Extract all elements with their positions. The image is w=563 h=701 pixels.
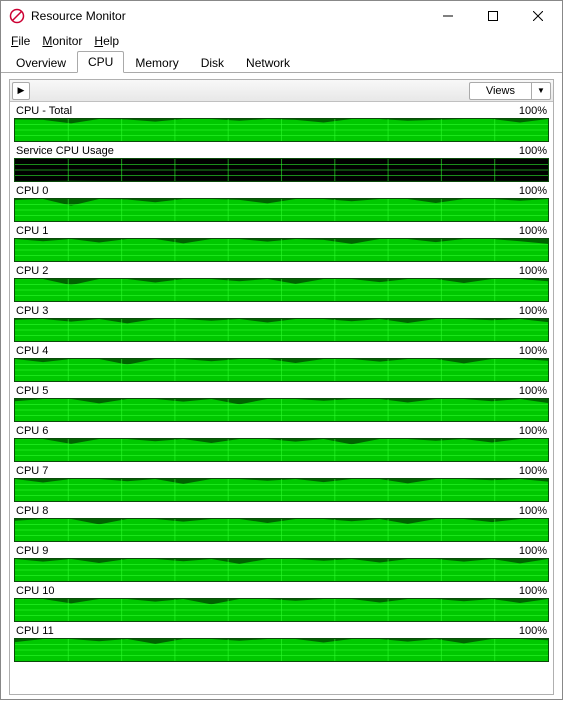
graph-row: CPU 5 100%: [14, 384, 549, 422]
graph-header: CPU 3 100%: [14, 304, 549, 318]
graph-chart: [14, 118, 549, 142]
tab-disk[interactable]: Disk: [190, 52, 235, 73]
graph-label: CPU 4: [16, 345, 48, 357]
menu-file[interactable]: File: [5, 32, 36, 50]
graph-chart: [14, 438, 549, 462]
minimize-button[interactable]: [425, 2, 470, 30]
graph-row: CPU 3 100%: [14, 304, 549, 342]
titlebar[interactable]: Resource Monitor: [1, 1, 562, 31]
graph-chart: [14, 318, 549, 342]
graph-header: CPU 1 100%: [14, 224, 549, 238]
graph-label: CPU 7: [16, 465, 48, 477]
menubar: File Monitor Help: [1, 31, 562, 51]
graph-label: CPU 10: [16, 585, 55, 597]
tab-bar: Overview CPU Memory Disk Network: [1, 51, 562, 73]
graph-scale: 100%: [519, 145, 547, 157]
graph-label: CPU 11: [16, 625, 54, 637]
tab-cpu[interactable]: CPU: [77, 51, 124, 73]
graph-header: CPU 6 100%: [14, 424, 549, 438]
graph-chart: [14, 398, 549, 422]
graph-chart: [14, 478, 549, 502]
graph-scale: 100%: [519, 585, 547, 597]
views-label: Views: [470, 83, 532, 99]
graph-row: CPU 7 100%: [14, 464, 549, 502]
graph-row: CPU 6 100%: [14, 424, 549, 462]
graph-header: CPU 11 100%: [14, 624, 549, 638]
graph-scale: 100%: [519, 345, 547, 357]
close-button[interactable]: [515, 2, 560, 30]
app-icon: [9, 8, 25, 24]
graph-scale: 100%: [519, 305, 547, 317]
graph-row: Service CPU Usage 100%: [14, 144, 549, 182]
graph-header: CPU 0 100%: [14, 184, 549, 198]
graph-row: CPU - Total 100%: [14, 104, 549, 142]
chevron-down-icon: ▼: [532, 86, 550, 95]
graph-scale: 100%: [519, 105, 547, 117]
graph-label: CPU 0: [16, 185, 48, 197]
graph-label: CPU 6: [16, 425, 48, 437]
graph-scale: 100%: [519, 265, 547, 277]
graph-label: CPU 8: [16, 505, 48, 517]
graph-row: CPU 8 100%: [14, 504, 549, 542]
graph-scale: 100%: [519, 505, 547, 517]
graph-label: CPU - Total: [16, 105, 72, 117]
graph-header: CPU - Total 100%: [14, 104, 549, 118]
graph-row: CPU 9 100%: [14, 544, 549, 582]
graph-label: CPU 1: [16, 225, 48, 237]
panel-header: ▶ Views ▼: [10, 80, 553, 102]
views-dropdown[interactable]: Views ▼: [469, 82, 551, 100]
graph-header: CPU 10 100%: [14, 584, 549, 598]
graph-chart: [14, 598, 549, 622]
graph-label: CPU 9: [16, 545, 48, 557]
graph-chart: [14, 358, 549, 382]
graph-scale: 100%: [519, 545, 547, 557]
tab-memory[interactable]: Memory: [124, 52, 189, 73]
graph-scale: 100%: [519, 625, 547, 637]
tab-overview[interactable]: Overview: [5, 52, 77, 73]
graph-chart: [14, 198, 549, 222]
graph-header: CPU 8 100%: [14, 504, 549, 518]
graph-header: CPU 2 100%: [14, 264, 549, 278]
graph-header: CPU 7 100%: [14, 464, 549, 478]
graph-row: CPU 0 100%: [14, 184, 549, 222]
chevron-right-icon: ▶: [18, 85, 25, 96]
graph-chart: [14, 638, 549, 662]
graph-label: Service CPU Usage: [16, 145, 114, 157]
graph-row: CPU 1 100%: [14, 224, 549, 262]
graph-row: CPU 2 100%: [14, 264, 549, 302]
graph-header: Service CPU Usage 100%: [14, 144, 549, 158]
window-title: Resource Monitor: [31, 9, 425, 23]
graph-scale: 100%: [519, 425, 547, 437]
graph-chart: [14, 278, 549, 302]
graph-chart: [14, 238, 549, 262]
graph-label: CPU 2: [16, 265, 48, 277]
graph-chart: [14, 558, 549, 582]
graph-row: CPU 11 100%: [14, 624, 549, 662]
graph-scale: 100%: [519, 225, 547, 237]
maximize-button[interactable]: [470, 2, 515, 30]
menu-monitor[interactable]: Monitor: [36, 32, 88, 50]
graph-chart: [14, 158, 549, 182]
window-controls: [425, 2, 560, 30]
graph-chart: [14, 518, 549, 542]
graph-row: CPU 10 100%: [14, 584, 549, 622]
graph-scale: 100%: [519, 185, 547, 197]
graph-row: CPU 4 100%: [14, 344, 549, 382]
graph-scale: 100%: [519, 465, 547, 477]
graph-label: CPU 5: [16, 385, 48, 397]
tab-network[interactable]: Network: [235, 52, 301, 73]
graphs-list[interactable]: CPU - Total 100% Service CPU Usage 100%: [10, 102, 553, 694]
graph-header: CPU 4 100%: [14, 344, 549, 358]
graph-label: CPU 3: [16, 305, 48, 317]
graph-header: CPU 9 100%: [14, 544, 549, 558]
menu-help[interactable]: Help: [88, 32, 125, 50]
graph-header: CPU 5 100%: [14, 384, 549, 398]
content-area: ▶ Views ▼ CPU - Total 100% Service CPU U…: [1, 73, 562, 701]
graphs-panel: ▶ Views ▼ CPU - Total 100% Service CPU U…: [9, 79, 554, 695]
graph-scale: 100%: [519, 385, 547, 397]
collapse-button[interactable]: ▶: [12, 82, 30, 100]
